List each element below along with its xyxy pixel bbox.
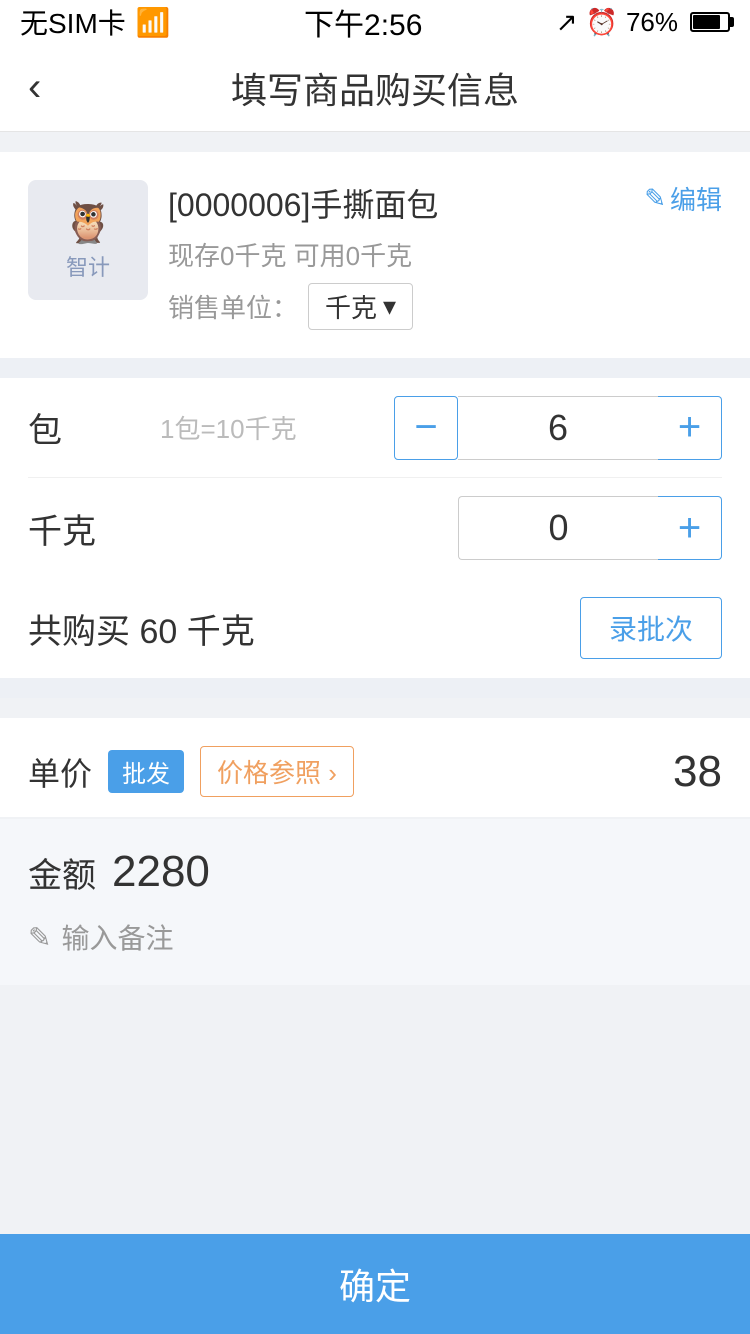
remark-placeholder: 输入备注 (61, 917, 173, 957)
status-time: 下午2:56 (304, 0, 422, 44)
owl-text: 智计 (66, 250, 110, 282)
package-label: 包 (28, 403, 148, 452)
record-batch-button[interactable]: 录批次 (580, 597, 722, 659)
remark-row[interactable]: ✎ 输入备注 (28, 917, 722, 957)
total-label: 共购买 60 千克 (28, 604, 580, 653)
unit-label: 销售单位： (168, 288, 298, 325)
carrier-label: 无SIM卡 (20, 2, 126, 42)
page-title: 填写商品购买信息 (231, 62, 519, 114)
section-divider-1 (0, 358, 750, 378)
product-thumbnail: 🦉 智计 (28, 180, 148, 300)
package-input-section: 包 1包=10千克 − + 千克 + (0, 378, 750, 578)
back-button[interactable]: ‹ (28, 65, 41, 110)
kg-label: 千克 (28, 504, 148, 553)
product-info: [0000006]手撕面包 ✎ 编辑 现存0千克 可用0千克 销售单位： 千克 … (168, 180, 722, 330)
battery-percent: 76% (626, 7, 678, 38)
package-decrement-button[interactable]: − (394, 396, 458, 460)
product-stock: 现存0千克 可用0千克 (168, 236, 722, 273)
status-left: 无SIM卡 📶 (20, 2, 171, 42)
package-qty-control: − + (394, 396, 722, 460)
product-name: [0000006]手撕面包 (168, 180, 438, 226)
price-tag: 批发 (108, 750, 184, 793)
unit-dropdown-icon: ▾ (383, 291, 396, 322)
location-icon: ↗ (556, 7, 578, 38)
edit-icon: ✎ (644, 183, 666, 214)
price-value: 38 (673, 747, 722, 797)
amount-value: 2280 (112, 847, 210, 897)
wifi-icon: 📶 (136, 6, 171, 39)
owl-icon: 🦉 (63, 199, 113, 246)
remark-icon: ✎ (28, 921, 51, 954)
unit-value: 千克 (325, 288, 377, 325)
battery-icon (690, 12, 730, 32)
package-hint: 1包=10千克 (160, 409, 394, 446)
section-divider-2 (0, 678, 750, 698)
price-label: 单价 (28, 749, 92, 795)
amount-section: 金额 2280 ✎ 输入备注 (0, 819, 750, 985)
total-section: 共购买 60 千克 录批次 (0, 578, 750, 678)
price-reference-button[interactable]: 价格参照 › (200, 746, 354, 797)
nav-bar: ‹ 填写商品购买信息 (0, 44, 750, 132)
kg-input-row: 千克 + (28, 478, 722, 578)
product-card: 🦉 智计 [0000006]手撕面包 ✎ 编辑 现存0千克 可用0千克 销售单位… (0, 152, 750, 358)
amount-label: 金额 (28, 848, 96, 897)
status-right: ↗ ⏰ 76% (556, 7, 730, 38)
package-qty-input[interactable] (458, 396, 658, 460)
kg-qty-control: + (458, 496, 722, 560)
status-bar: 无SIM卡 📶 下午2:56 ↗ ⏰ 76% (0, 0, 750, 44)
package-input-row: 包 1包=10千克 − + (28, 378, 722, 478)
confirm-button[interactable]: 确定 (0, 1234, 750, 1334)
amount-row: 金额 2280 (28, 847, 722, 897)
unit-select[interactable]: 千克 ▾ (308, 283, 413, 330)
kg-qty-input[interactable] (458, 496, 658, 560)
edit-button[interactable]: ✎ 编辑 (644, 180, 722, 217)
product-unit-row: 销售单位： 千克 ▾ (168, 283, 722, 330)
package-increment-button[interactable]: + (658, 396, 722, 460)
price-section: 单价 批发 价格参照 › 38 (0, 718, 750, 817)
confirm-button-wrap: 确定 (0, 1234, 750, 1334)
alarm-icon: ⏰ (586, 7, 618, 38)
price-row: 单价 批发 价格参照 › 38 (28, 746, 722, 797)
kg-increment-button[interactable]: + (658, 496, 722, 560)
